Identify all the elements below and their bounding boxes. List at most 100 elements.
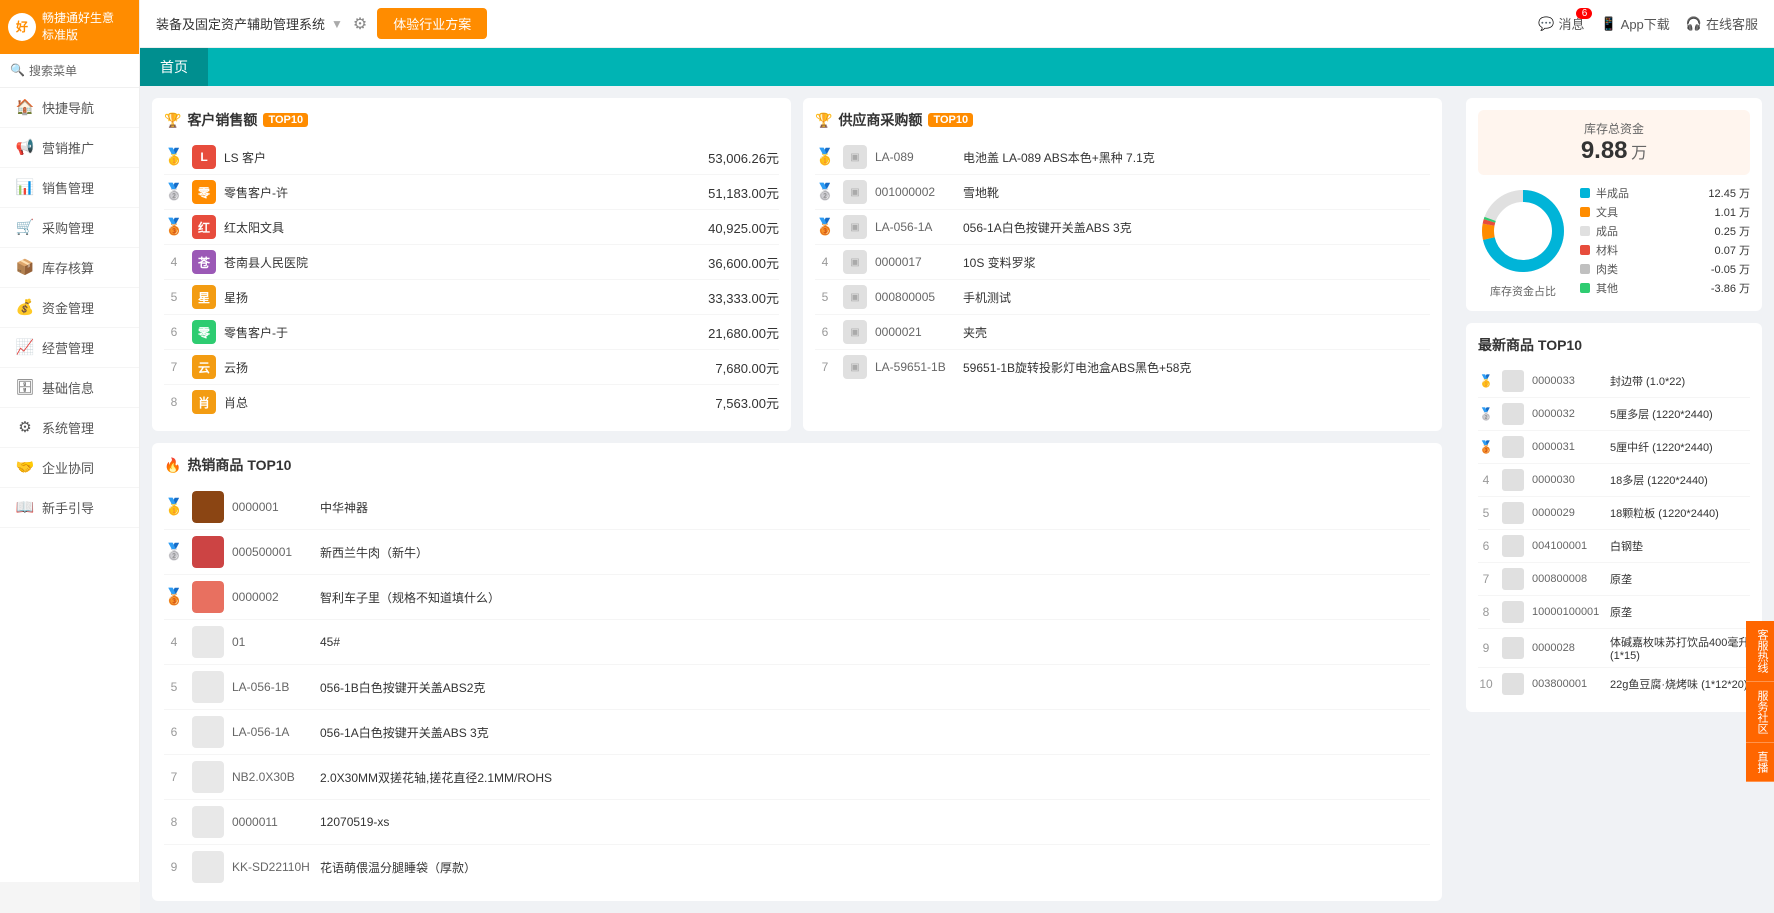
legend-dot [1580, 207, 1590, 217]
hot-product-item: 🥈 000500001 新西兰牛肉（新牛） [164, 530, 1430, 575]
new-product-thumb [1502, 601, 1524, 623]
customer-amount: 40,925.00元 [708, 218, 779, 237]
new-product-name: 22g鱼豆腐·烧烤味 (1*12*20) [1610, 676, 1750, 692]
new-product-thumb [1502, 436, 1524, 458]
sidebar-item-采购管理[interactable]: 🛒采购管理 [0, 208, 139, 248]
vendor-top10-item: 7 ▣ LA-59651-1B 59651-1B旋转投影灯电池盒ABS黑色+58… [815, 350, 1430, 384]
customer-name: 零售客户-于 [224, 324, 700, 341]
app-version: 标准版 [42, 27, 114, 44]
rank-number: 5 [164, 680, 184, 694]
product-icon-placeholder: ▣ [843, 320, 867, 344]
product-name: 10S 变料罗浆 [963, 254, 1430, 271]
trial-button[interactable]: 体验行业方案 [377, 8, 487, 39]
tab-home[interactable]: 首页 [140, 48, 208, 86]
new-product-name: 18多层 (1220*2440) [1610, 472, 1750, 488]
rank-medal: 🥇 [1478, 374, 1494, 388]
nav-label: 采购管理 [42, 218, 94, 237]
product-icon-placeholder: ▣ [843, 215, 867, 239]
sidebar-item-新手引导[interactable]: 📖新手引导 [0, 488, 139, 528]
new-product-name: 原垄 [1610, 604, 1750, 620]
customer-name: 零售客户-许 [224, 184, 700, 201]
nav-icon: 🤝 [16, 458, 34, 476]
legend-value: 0.25 万 [1715, 223, 1750, 239]
legend-value: -3.86 万 [1711, 280, 1750, 296]
new-product-code: 0000031 [1532, 441, 1602, 453]
customer-avatar: 肖 [192, 390, 216, 414]
sidebar-search-area[interactable]: 🔍 搜索菜单 [0, 54, 139, 88]
sidebar-item-库存核算[interactable]: 📦库存核算 [0, 248, 139, 288]
sidebar-item-系统管理[interactable]: ⚙系统管理 [0, 408, 139, 448]
legend-item: 肉类 -0.05 万 [1580, 261, 1750, 277]
new-products-list: 🥇 0000033 封边带 (1.0*22) 🥈 0000032 5厘多层 (1… [1478, 365, 1750, 700]
product-name: 056-1A白色按键开关盖ABS 3克 [963, 219, 1430, 236]
new-product-item: 6 004100001 白钢垫 [1478, 530, 1750, 563]
new-product-item: 🥉 0000031 5厘中纤 (1220*2440) [1478, 431, 1750, 464]
sidebar-item-营销推广[interactable]: 📢营销推广 [0, 128, 139, 168]
messages-button[interactable]: 💬 消息 6 [1538, 14, 1584, 33]
header-right-actions: 💬 消息 6 📱 App下载 🎧 在线客服 [1538, 14, 1758, 33]
sidebar-item-快捷导航[interactable]: 🏠快捷导航 [0, 88, 139, 128]
sidebar-item-经营管理[interactable]: 📈经营管理 [0, 328, 139, 368]
vendor-top10-title: 🏆 供应商采购额 TOP10 [815, 110, 1430, 130]
customer-name: 星扬 [224, 289, 700, 306]
product-code: LA-056-1A [875, 220, 955, 234]
legend-dot [1580, 283, 1590, 293]
message-icon: 💬 [1538, 16, 1554, 32]
new-product-thumb [1502, 673, 1524, 695]
rank-number: 4 [1478, 473, 1494, 487]
new-product-name: 白钢垫 [1610, 538, 1750, 554]
legend-name: 成品 [1596, 223, 1709, 239]
product-thumb-placeholder [192, 761, 224, 793]
donut-chart-container: 库存资金占比 [1478, 186, 1568, 299]
rank-number: 7 [164, 770, 184, 784]
new-products-label: 最新商品 TOP10 [1478, 335, 1582, 355]
new-product-thumb [1502, 637, 1524, 659]
new-product-thumb [1502, 535, 1524, 557]
rank-number: 6 [1478, 539, 1494, 553]
hot-product-item: 5 LA-056-1B 056-1B白色按键开关盖ABS2克 [164, 665, 1430, 710]
new-product-name: 5厘中纤 (1220*2440) [1610, 439, 1750, 455]
new-product-code: 003800001 [1532, 678, 1602, 690]
vendor-top10-card: 🏆 供应商采购额 TOP10 🥇 ▣ LA-089 电池盖 LA-089 ABS… [803, 98, 1442, 431]
app-download-button[interactable]: 📱 App下载 [1600, 14, 1669, 33]
new-product-item: 4 0000030 18多层 (1220*2440) [1478, 464, 1750, 497]
customer-amount: 51,183.00元 [708, 183, 779, 202]
customer-amount: 7,563.00元 [715, 393, 779, 412]
sidebar-item-资金管理[interactable]: 💰资金管理 [0, 288, 139, 328]
nav-label: 销售管理 [42, 178, 94, 197]
main-area: 装备及固定资产辅助管理系统 ▼ ⚙ 体验行业方案 💬 消息 6 📱 App下载 … [140, 0, 1774, 913]
sidebar-item-销售管理[interactable]: 📊 销售管理 [0, 168, 139, 208]
sales-top10-title: 🏆 客户销售额 TOP10 [164, 110, 779, 130]
new-product-code: 10000100001 [1532, 606, 1602, 618]
vendor-top10-item: 🥈 ▣ 001000002 雪地靴 [815, 175, 1430, 210]
vendor-top10-list: 🥇 ▣ LA-089 电池盖 LA-089 ABS本色+黑种 7.1克 🥈 ▣ … [815, 140, 1430, 384]
mobile-icon: 📱 [1600, 16, 1616, 32]
rank-medal: 🥇 [164, 147, 184, 167]
product-code: 000500001 [232, 545, 312, 559]
customer-name: 苍南县人民医院 [224, 254, 700, 271]
online-service-button[interactable]: 🎧 在线客服 [1686, 14, 1758, 33]
product-name: 056-1B白色按键开关盖ABS2克 [320, 679, 1430, 696]
sidebar-item-企业协同[interactable]: 🤝企业协同 [0, 448, 139, 488]
nav-label: 经营管理 [42, 338, 94, 357]
product-thumb [192, 581, 224, 613]
inventory-value: 9.88 [1581, 137, 1628, 164]
service-community-button[interactable]: 服务社区 [1746, 682, 1774, 743]
sidebar: 好 畅捷通好生意 标准版 🔍 搜索菜单 🏠快捷导航📢营销推广📊销售管理🛒采购管理… [0, 0, 140, 882]
rank-number: 4 [164, 635, 184, 649]
service-live-button[interactable]: 直播 [1746, 743, 1774, 782]
service-hotline-button[interactable]: 客服热线 [1746, 621, 1774, 682]
headset-icon: 🎧 [1686, 16, 1702, 32]
tab-bar: 首页 [140, 48, 1774, 86]
rank-medal: 🥉 [1478, 440, 1494, 454]
search-menu-button[interactable]: 🔍 搜索菜单 [10, 62, 77, 79]
customer-amount: 53,006.26元 [708, 148, 779, 167]
rank-number: 8 [164, 815, 184, 829]
product-code: 01 [232, 635, 312, 649]
dropdown-icon[interactable]: ▼ [331, 17, 343, 31]
settings-icon[interactable]: ⚙ [353, 14, 367, 34]
rank-number: 7 [1478, 572, 1494, 586]
product-thumb-placeholder [192, 626, 224, 658]
sidebar-item-基础信息[interactable]: 🗄基础信息 [0, 368, 139, 408]
nav-icon: 📊 [16, 178, 34, 196]
